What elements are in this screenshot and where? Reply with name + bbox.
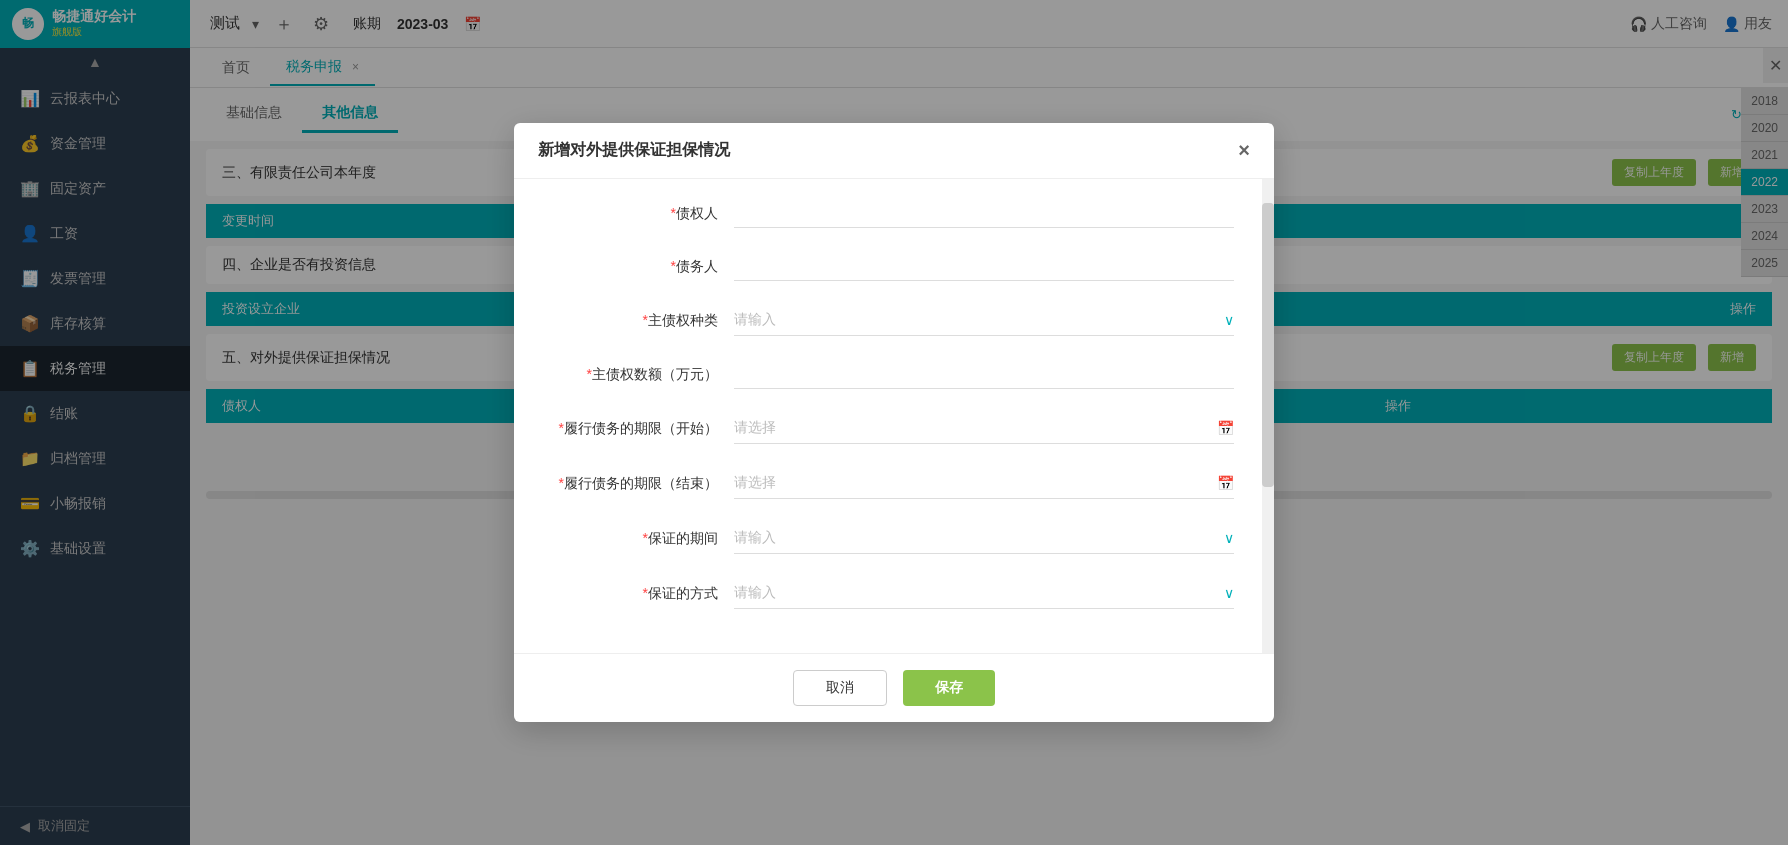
save-button[interactable]: 保存: [903, 670, 995, 706]
claim-type-label: *主债权种类: [554, 312, 734, 330]
form-row-period-start: *履行债务的期限（开始） 请选择 📅: [554, 413, 1234, 444]
modal-header: 新增对外提供保证担保情况 ×: [514, 123, 1274, 179]
period-end-calendar-icon: 📅: [1217, 475, 1234, 491]
period-start-calendar-icon: 📅: [1217, 420, 1234, 436]
form-row-debtor: *债务人: [554, 252, 1234, 281]
creditor-label: *债权人: [554, 205, 734, 223]
guarantee-method-select[interactable]: 请输入 ∨: [734, 578, 1234, 609]
modal-body: *债权人 *债务人 *主债权种类 请输入 ∨: [514, 179, 1274, 653]
debtor-label: *债务人: [554, 258, 734, 276]
form-row-guarantee-period: *保证的期间 请输入 ∨: [554, 523, 1234, 554]
claim-amount-input[interactable]: [734, 360, 1234, 389]
guarantee-period-placeholder: 请输入: [734, 529, 776, 547]
guarantee-method-placeholder: 请输入: [734, 584, 776, 602]
period-start-placeholder: 请选择: [734, 419, 776, 437]
guarantee-period-select[interactable]: 请输入 ∨: [734, 523, 1234, 554]
form-row-creditor: *债权人: [554, 199, 1234, 228]
claim-type-required-mark: *: [643, 312, 648, 328]
cancel-button[interactable]: 取消: [793, 670, 887, 706]
period-end-required-mark: *: [559, 475, 564, 491]
guarantee-method-required-mark: *: [643, 585, 648, 601]
claim-type-chevron-icon: ∨: [1224, 312, 1234, 328]
guarantee-period-required-mark: *: [643, 530, 648, 546]
period-start-date[interactable]: 请选择 📅: [734, 413, 1234, 444]
modal-dialog: 新增对外提供保证担保情况 × *债权人 *债务人 *主债权种类: [514, 123, 1274, 722]
period-end-placeholder: 请选择: [734, 474, 776, 492]
claim-type-placeholder: 请输入: [734, 311, 776, 329]
form-row-guarantee-method: *保证的方式 请输入 ∨: [554, 578, 1234, 609]
period-end-date[interactable]: 请选择 📅: [734, 468, 1234, 499]
creditor-input[interactable]: [734, 199, 1234, 228]
claim-amount-label: *主债权数额（万元）: [554, 366, 734, 384]
claim-type-select[interactable]: 请输入 ∨: [734, 305, 1234, 336]
creditor-required-mark: *: [671, 205, 676, 221]
period-start-label: *履行债务的期限（开始）: [554, 420, 734, 438]
modal-scrollbar-thumb: [1262, 203, 1274, 487]
claim-amount-required-mark: *: [587, 366, 592, 382]
period-start-required-mark: *: [559, 420, 564, 436]
modal-scrollbar-track[interactable]: [1262, 179, 1274, 653]
guarantee-method-label: *保证的方式: [554, 585, 734, 603]
form-row-period-end: *履行债务的期限（结束） 请选择 📅: [554, 468, 1234, 499]
period-end-label: *履行债务的期限（结束）: [554, 475, 734, 493]
debtor-input[interactable]: [734, 252, 1234, 281]
guarantee-period-chevron-icon: ∨: [1224, 530, 1234, 546]
modal-overlay: 新增对外提供保证担保情况 × *债权人 *债务人 *主债权种类: [0, 0, 1788, 845]
debtor-required-mark: *: [671, 258, 676, 274]
form-row-claim-type: *主债权种类 请输入 ∨: [554, 305, 1234, 336]
guarantee-period-label: *保证的期间: [554, 530, 734, 548]
form-row-claim-amount: *主债权数额（万元）: [554, 360, 1234, 389]
modal-title: 新增对外提供保证担保情况: [538, 140, 730, 161]
modal-footer: 取消 保存: [514, 653, 1274, 722]
modal-close-button[interactable]: ×: [1238, 139, 1250, 162]
guarantee-method-chevron-icon: ∨: [1224, 585, 1234, 601]
